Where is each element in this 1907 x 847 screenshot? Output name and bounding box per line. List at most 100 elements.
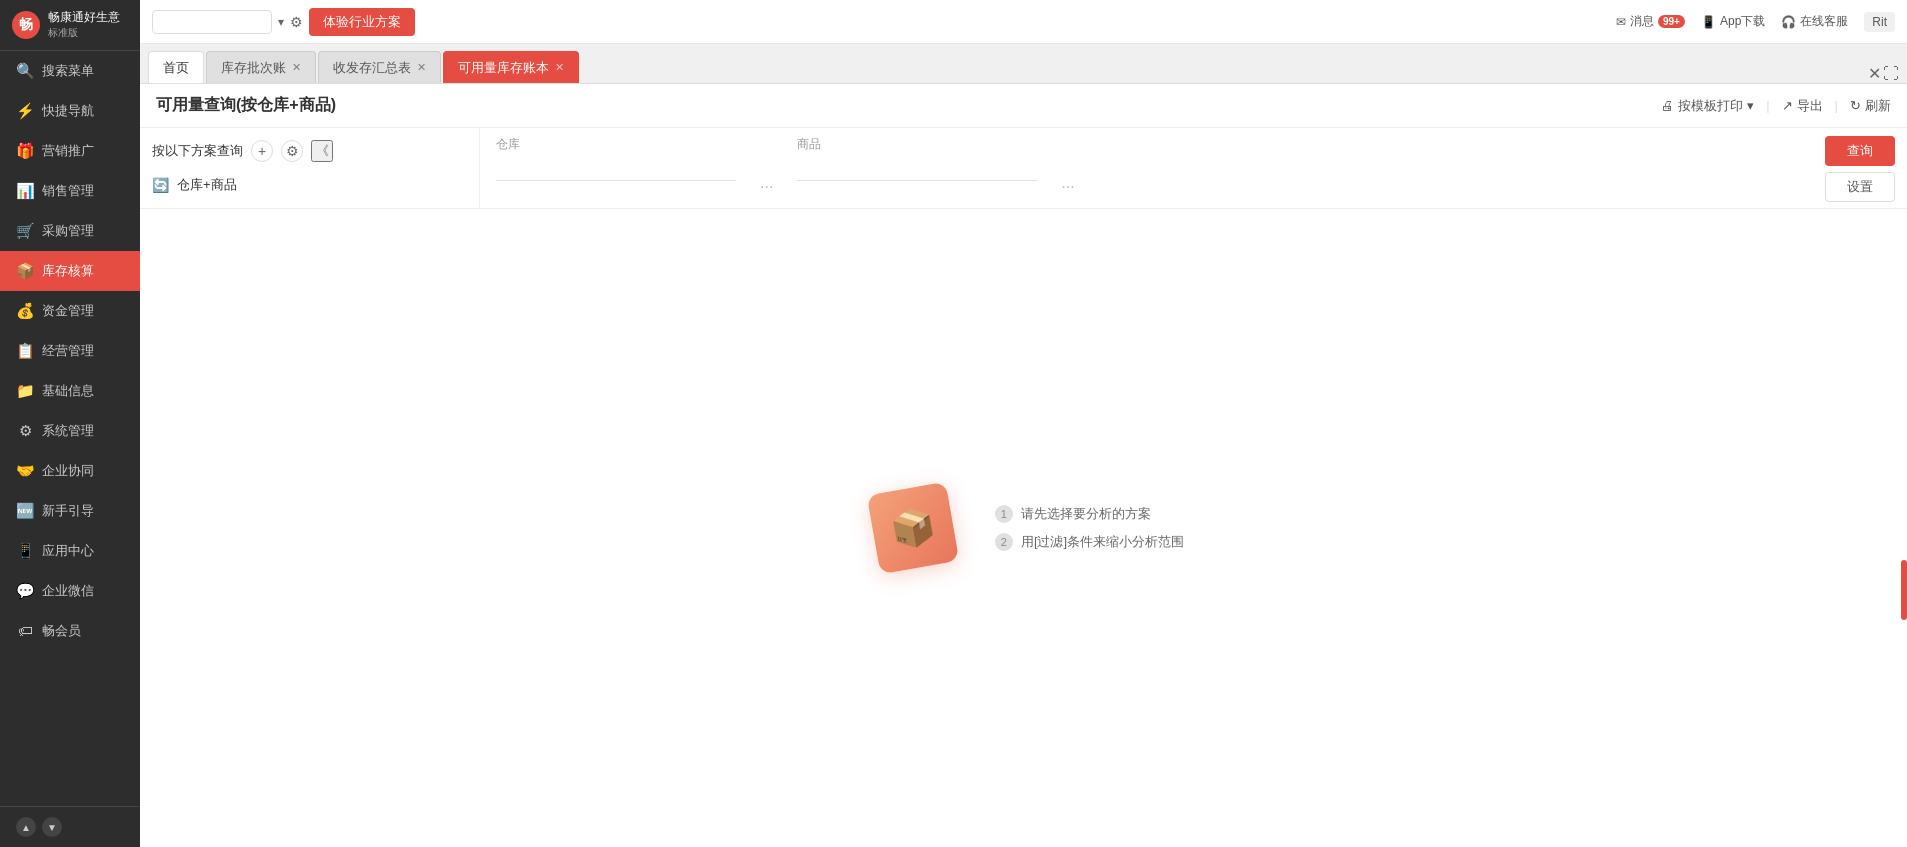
export-icon: ↗ [1782, 98, 1793, 113]
mobile-icon: 📱 [1701, 15, 1716, 29]
sidebar-item-finance[interactable]: 💰 资金管理 [0, 291, 140, 331]
scroll-up-btn[interactable]: ▲ [16, 817, 36, 837]
query-left: 按以下方案查询 + ⚙ 《 🔄 仓库+商品 [140, 128, 480, 208]
goods-input[interactable] [797, 157, 1037, 181]
query-section-label: 按以下方案查询 [152, 142, 243, 160]
page-title: 可用量查询(按仓库+商品) [156, 95, 336, 116]
topbar-right: ✉ 消息 99+ 📱 App下载 🎧 在线客服 Rit [1616, 12, 1895, 32]
toolbar-right: 🖨 按模板打印 ▾ | ↗ 导出 | ↻ 刷新 [1661, 97, 1891, 115]
sidebar-item-inventory[interactable]: 📦 库存核算 [0, 251, 140, 291]
warehouse-input[interactable] [496, 157, 736, 181]
query-item-warehouse-goods[interactable]: 🔄 仓库+商品 [140, 170, 479, 200]
tab-available[interactable]: 可用量库存账本 ✕ [443, 51, 579, 83]
lightning-icon: ⚡ [16, 102, 34, 120]
sidebar-item-wechat[interactable]: 💬 企业微信 [0, 571, 140, 611]
expand-window-btn[interactable]: ⛶ [1883, 65, 1899, 83]
gear-icon: ⚙ [16, 422, 34, 440]
sidebar-item-purchase[interactable]: 🛒 采购管理 [0, 211, 140, 251]
available-tab-close[interactable]: ✕ [555, 61, 564, 74]
batch-tab-close[interactable]: ✕ [292, 61, 301, 74]
query-setting-btn[interactable]: ⚙ [281, 140, 303, 162]
sidebar-item-system[interactable]: ⚙ 系统管理 [0, 411, 140, 451]
query-btn[interactable]: 查询 [1825, 136, 1895, 166]
folder-icon: 📁 [16, 382, 34, 400]
topbar-user[interactable]: Rit [1864, 12, 1895, 32]
sidebar-item-operations[interactable]: 📋 经营管理 [0, 331, 140, 371]
sidebar-item-cooperation[interactable]: 🤝 企业协同 [0, 451, 140, 491]
sidebar-item-member[interactable]: 🏷 畅会员 [0, 611, 140, 651]
mobile-icon: 📱 [16, 542, 34, 560]
clipboard-icon: 📋 [16, 342, 34, 360]
toolbar-divider-2: | [1835, 98, 1838, 113]
topbar-industry-btn[interactable]: 体验行业方案 [309, 8, 415, 36]
service-label: 在线客服 [1800, 13, 1848, 30]
app-name: 畅康通好生意 [48, 10, 120, 26]
sidebar-item-search[interactable]: 🔍 搜索菜单 [0, 51, 140, 91]
chart-icon: 📊 [16, 182, 34, 200]
sidebar-item-label: 企业微信 [42, 582, 94, 600]
topbar-search-input[interactable] [152, 10, 272, 34]
query-field-warehouse: 仓库 [496, 136, 736, 181]
sidebar-item-sales[interactable]: 📊 销售管理 [0, 171, 140, 211]
query-collapse-btn[interactable]: 《 [311, 140, 333, 162]
empty-state-content: 📦 1 请先选择要分析的方案 2 用[过滤]条件来缩小分析范围 [863, 478, 1184, 578]
right-scroll-indicator[interactable] [1901, 560, 1907, 620]
headset-icon: 🎧 [1781, 15, 1796, 29]
content-area: 可用量查询(按仓库+商品) 🖨 按模板打印 ▾ | ↗ 导出 | ↻ 刷新 [140, 84, 1907, 847]
sidebar-item-label: 基础信息 [42, 382, 94, 400]
tab-home[interactable]: 首页 [148, 51, 204, 83]
topbar-app-download[interactable]: 📱 App下载 [1701, 13, 1765, 30]
sidebar-item-label: 资金管理 [42, 302, 94, 320]
tabbar: 首页 库存批次账 ✕ 收发存汇总表 ✕ 可用量库存账本 ✕ ✕ ⛶ [140, 44, 1907, 84]
topbar-search-area: ▾ ⚙ 体验行业方案 [152, 8, 415, 36]
warehouse-dots[interactable]: ··· [760, 178, 773, 196]
topbar-gear-btn[interactable]: ⚙ [290, 14, 303, 30]
scroll-down-btn[interactable]: ▼ [42, 817, 62, 837]
summary-tab-close[interactable]: ✕ [417, 61, 426, 74]
sidebar-item-shortcut[interactable]: ⚡ 快捷导航 [0, 91, 140, 131]
warehouse-field-label: 仓库 [496, 136, 736, 153]
tab-summary[interactable]: 收发存汇总表 ✕ [318, 51, 441, 83]
app-label: App下载 [1720, 13, 1765, 30]
query-left-header: 按以下方案查询 + ⚙ 《 [140, 136, 479, 170]
print-btn[interactable]: 🖨 按模板打印 ▾ [1661, 97, 1754, 115]
topbar-dropdown-btn[interactable]: ▾ [278, 15, 284, 29]
summary-tab-label: 收发存汇总表 [333, 59, 411, 77]
page-toolbar: 可用量查询(按仓库+商品) 🖨 按模板打印 ▾ | ↗ 导出 | ↻ 刷新 [140, 84, 1907, 128]
tip-num-2: 2 [995, 533, 1013, 551]
close-window-btn[interactable]: ✕ [1868, 64, 1881, 83]
goods-dots[interactable]: ··· [1061, 178, 1074, 196]
query-right: 仓库 ··· 商品 ··· 查询 设置 [480, 128, 1907, 208]
message-icon: ✉ [1616, 15, 1626, 29]
empty-icon-wrap: 📦 [863, 478, 963, 578]
sync-icon: 🔄 [152, 177, 169, 193]
sidebar-scroll-controls: ▲ ▼ [0, 806, 140, 847]
topbar-msg[interactable]: ✉ 消息 99+ [1616, 13, 1685, 30]
new-icon: 🆕 [16, 502, 34, 520]
tip-text-2: 用[过滤]条件来缩小分析范围 [1021, 533, 1184, 551]
empty-state: 📦 1 请先选择要分析的方案 2 用[过滤]条件来缩小分析范围 [140, 209, 1907, 847]
refresh-btn[interactable]: ↻ 刷新 [1850, 97, 1891, 115]
sidebar-item-appcenter[interactable]: 📱 应用中心 [0, 531, 140, 571]
sidebar-item-basic[interactable]: 📁 基础信息 [0, 371, 140, 411]
dropdown-icon: ▾ [1747, 98, 1754, 113]
topbar-service[interactable]: 🎧 在线客服 [1781, 13, 1848, 30]
empty-box-icon: 📦 [867, 482, 960, 575]
empty-tip-1: 1 请先选择要分析的方案 [995, 505, 1184, 523]
goods-field-label: 商品 [797, 136, 1037, 153]
query-field-goods: 商品 [797, 136, 1037, 181]
sidebar: 畅 畅康通好生意 标准版 🔍 搜索菜单 ⚡ 快捷导航 🎁 营销推广 📊 销售管理… [0, 0, 140, 847]
query-add-btn[interactable]: + [251, 140, 273, 162]
sidebar-item-label: 应用中心 [42, 542, 94, 560]
sidebar-item-label: 经营管理 [42, 342, 94, 360]
settings-btn[interactable]: 设置 [1825, 172, 1895, 202]
msg-badge: 99+ [1658, 15, 1685, 28]
tab-batch[interactable]: 库存批次账 ✕ [206, 51, 316, 83]
sidebar-item-label: 畅会员 [42, 622, 81, 640]
chat-icon: 💬 [16, 582, 34, 600]
export-btn[interactable]: ↗ 导出 [1782, 97, 1823, 115]
sidebar-item-label: 新手引导 [42, 502, 94, 520]
query-actions: 查询 设置 [1825, 136, 1895, 202]
sidebar-item-marketing[interactable]: 🎁 营销推广 [0, 131, 140, 171]
sidebar-item-guide[interactable]: 🆕 新手引导 [0, 491, 140, 531]
